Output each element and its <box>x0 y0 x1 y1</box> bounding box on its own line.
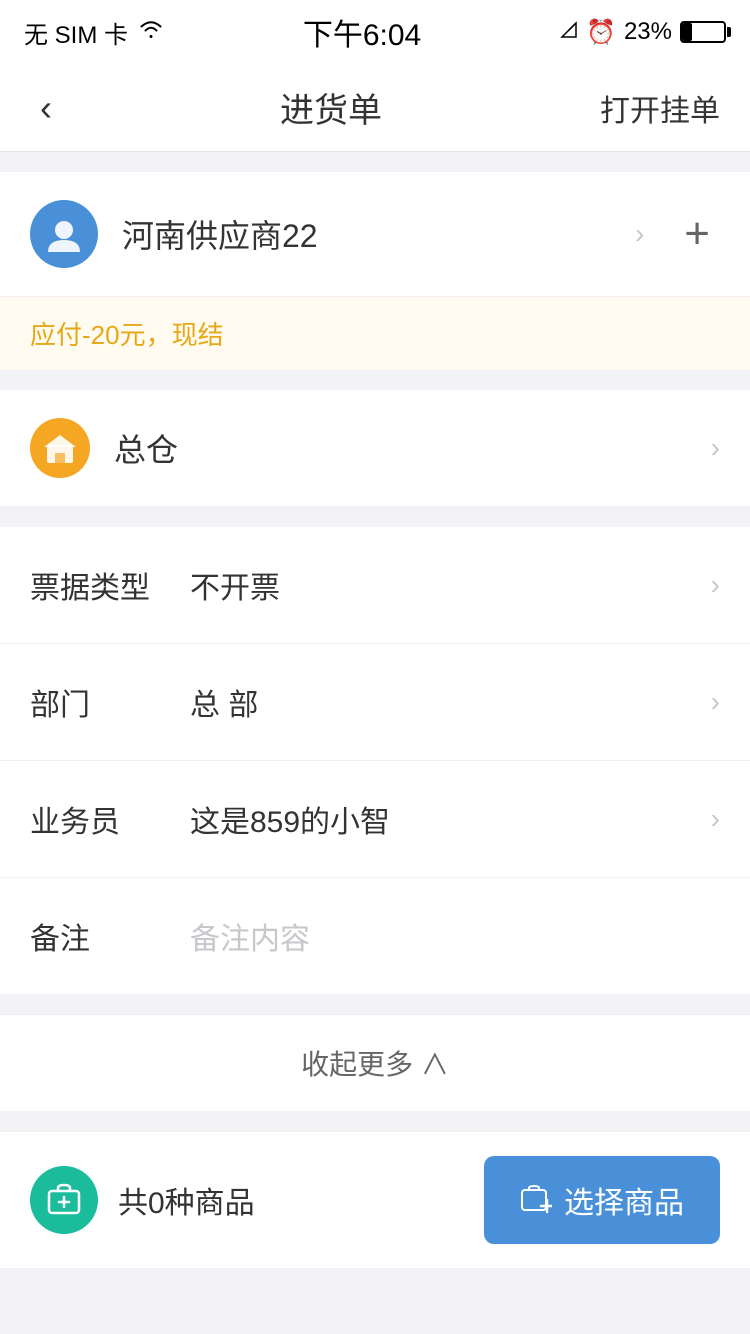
supplier-chevron-icon: › <box>635 218 644 250</box>
salesperson-row[interactable]: 业务员 这是859的小智 › <box>0 761 750 878</box>
divider-top <box>0 152 750 172</box>
wifi-icon <box>138 19 164 45</box>
invoice-value: 不开票 <box>150 563 711 607</box>
dept-value: 总 部 <box>150 680 711 724</box>
salesperson-label: 业务员 <box>30 797 150 841</box>
open-pending-button[interactable]: 打开挂单 <box>600 86 720 130</box>
status-right: ⏰ 23% <box>560 18 726 47</box>
carrier-text: 无 SIM 卡 <box>24 15 128 50</box>
invoice-label: 票据类型 <box>30 563 150 607</box>
supplier-row[interactable]: 河南供应商22 › + <box>0 172 750 297</box>
warehouse-chevron-icon: › <box>711 432 720 464</box>
page-title: 进货单 <box>280 83 382 132</box>
remark-label: 备注 <box>30 914 150 958</box>
alarm-icon: ⏰ <box>586 18 616 47</box>
collapse-label: 收起更多 ∧ <box>301 1043 449 1083</box>
invoice-row[interactable]: 票据类型 不开票 › <box>0 527 750 644</box>
collapse-button[interactable]: 收起更多 ∧ <box>0 1014 750 1111</box>
warehouse-name: 总仓 <box>114 425 711 471</box>
supplier-avatar <box>30 200 98 268</box>
nav-bar: ‹ 进货单 打开挂单 <box>0 64 750 152</box>
select-product-label: 选择商品 <box>564 1178 684 1222</box>
select-product-button[interactable]: 选择商品 <box>484 1156 720 1244</box>
remark-row[interactable]: 备注 备注内容 <box>0 878 750 994</box>
remark-input[interactable]: 备注内容 <box>150 914 720 958</box>
add-supplier-button[interactable]: + <box>674 212 720 256</box>
product-count: 共0种商品 <box>118 1178 484 1222</box>
dept-chevron-icon: › <box>711 686 720 718</box>
product-icon <box>30 1166 98 1234</box>
battery-percentage: 23% <box>624 18 672 46</box>
bottom-bar: 共0种商品 选择商品 <box>0 1131 750 1268</box>
warehouse-icon <box>30 418 90 478</box>
location-icon <box>560 18 578 46</box>
back-button[interactable]: ‹ <box>30 77 62 139</box>
invoice-chevron-icon: › <box>711 569 720 601</box>
salesperson-chevron-icon: › <box>711 803 720 835</box>
status-bar: 无 SIM 卡 下午6:04 ⏰ 23% <box>0 0 750 64</box>
supplier-section: 河南供应商22 › + 应付-20元，现结 <box>0 172 750 370</box>
dept-label: 部门 <box>30 680 150 724</box>
status-left: 无 SIM 卡 <box>24 15 164 50</box>
dept-row[interactable]: 部门 总 部 › <box>0 644 750 761</box>
status-time: 下午6:04 <box>303 10 421 54</box>
form-section: 票据类型 不开票 › 部门 总 部 › 业务员 这是859的小智 › 备注 备注… <box>0 527 750 994</box>
supplier-notice: 应付-20元，现结 <box>0 297 750 370</box>
warehouse-section[interactable]: 总仓 › <box>0 390 750 507</box>
supplier-name: 河南供应商22 <box>122 211 635 257</box>
battery-icon <box>680 21 726 43</box>
salesperson-value: 这是859的小智 <box>150 797 711 841</box>
